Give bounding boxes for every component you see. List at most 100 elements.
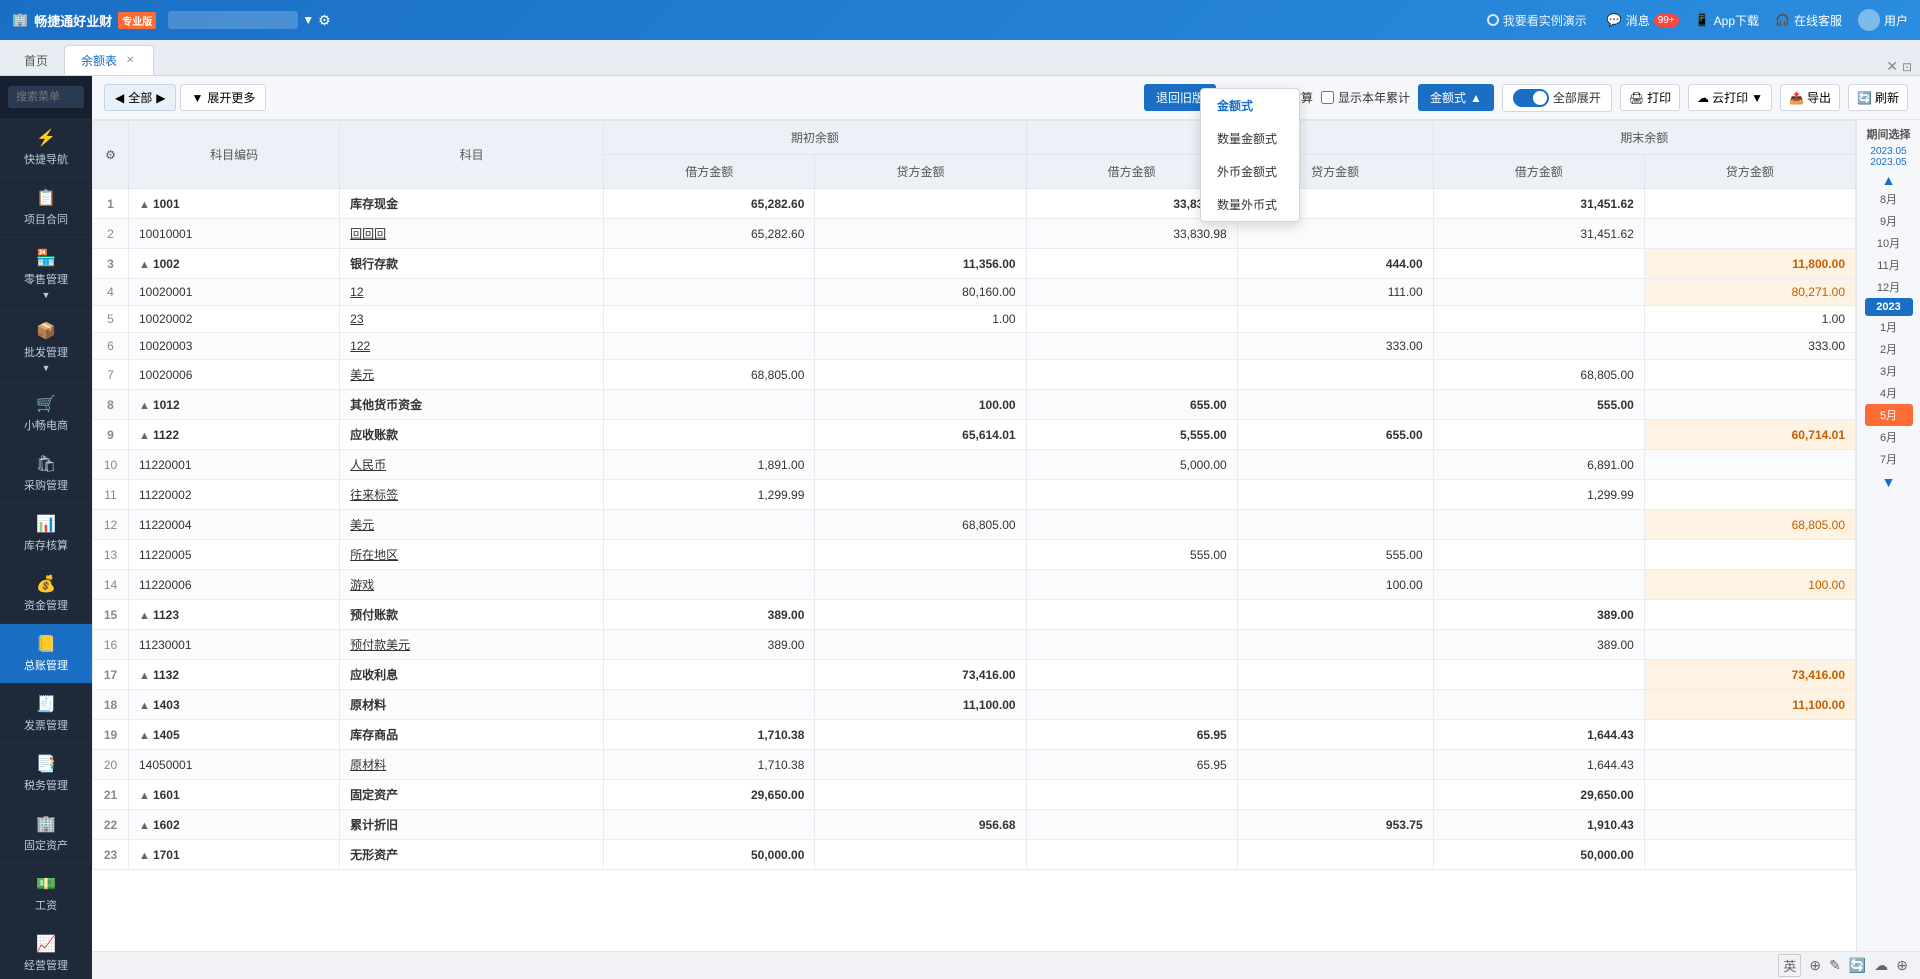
sidebar-item-tax[interactable]: 📑 税务管理: [0, 744, 92, 804]
demo-link[interactable]: 我要看实例演示: [1487, 12, 1587, 29]
sidebar-item-fixed-assets[interactable]: 🏢 固定资产: [0, 804, 92, 864]
table-cell-name[interactable]: 回回回: [340, 219, 604, 249]
sidebar-search-input[interactable]: [8, 86, 84, 108]
btn-print[interactable]: 🖨 打印: [1620, 84, 1680, 111]
period-month-3[interactable]: 3月: [1865, 360, 1913, 382]
tab-home[interactable]: 首页: [8, 45, 64, 75]
add-icon[interactable]: ⊕: [1896, 957, 1908, 974]
table-cell-code: 10020002: [129, 306, 340, 333]
table-cell-name[interactable]: 游戏: [340, 570, 604, 600]
table-cell-closing-debit: 31,451.62: [1433, 219, 1644, 249]
lang-icon[interactable]: 英: [1778, 954, 1801, 977]
dropdown-item-foreign-amount[interactable]: 外币金额式: [1201, 155, 1299, 188]
app-logo: 🏢 畅捷通好业财 专业版: [12, 11, 156, 30]
table-cell-name[interactable]: 美元: [340, 360, 604, 390]
sidebar-item-ecommerce[interactable]: 🛒 小畅电商: [0, 384, 92, 444]
sidebar-item-wholesale[interactable]: 📦 批发管理 ▼: [0, 311, 92, 384]
table-cell-period-debit: [1026, 810, 1237, 840]
sidebar-item-ops[interactable]: 📈 经营管理: [0, 924, 92, 979]
period-month-4[interactable]: 4月: [1865, 382, 1913, 404]
translate-icon[interactable]: ⊕: [1809, 957, 1821, 974]
table-wrapper[interactable]: ⚙ 科目编码 科目 期初余额 本期发生额 期末余额 借方金额 贷方金额 借方金额…: [92, 120, 1856, 951]
table-cell-name[interactable]: 23: [340, 306, 604, 333]
period-month-11[interactable]: 11月: [1865, 254, 1913, 276]
window-dropdown-icon[interactable]: ▼: [302, 13, 314, 27]
settings-icon[interactable]: ⚙: [318, 12, 331, 29]
tab-balance-close[interactable]: ✕: [123, 54, 137, 67]
period-month-12[interactable]: 12月: [1865, 276, 1913, 298]
sidebar-item-retail[interactable]: 🏪 零售管理 ▼: [0, 238, 92, 311]
toggle-all-expand[interactable]: 全部展开: [1502, 84, 1612, 112]
table-cell-name[interactable]: 原材料: [340, 750, 604, 780]
btn-amount-type[interactable]: 金额式 ▲: [1418, 84, 1494, 111]
sidebar-item-ledger[interactable]: 📒 总账管理: [0, 624, 92, 684]
period-month-7[interactable]: 7月: [1865, 448, 1913, 470]
table-cell-closing-credit: 68,805.00: [1644, 510, 1855, 540]
period-month-10[interactable]: 10月: [1865, 232, 1913, 254]
salary-label: 工资: [35, 897, 57, 913]
table-cell-opening-credit: 11,100.00: [815, 690, 1026, 720]
btn-export[interactable]: 📤 导出: [1780, 84, 1840, 111]
online-service-action[interactable]: 🎧 在线客服: [1775, 12, 1842, 29]
online-service-label: 在线客服: [1794, 12, 1842, 29]
dropdown-item-amount[interactable]: 金额式: [1201, 89, 1299, 122]
table-cell-code: 11220002: [129, 480, 340, 510]
period-month-5[interactable]: 5月: [1865, 404, 1913, 426]
table-cell-closing-credit: [1644, 219, 1855, 249]
sidebar-item-funds[interactable]: 💰 资金管理: [0, 564, 92, 624]
btn-refresh[interactable]: 🔄 刷新: [1848, 84, 1908, 111]
sidebar-item-invoice[interactable]: 🧾 发票管理: [0, 684, 92, 744]
right-arrow-icon: ▶: [156, 91, 165, 105]
btn-all[interactable]: ◀ 全部 ▶: [104, 84, 176, 111]
period-month-6[interactable]: 6月: [1865, 426, 1913, 448]
period-nav-up[interactable]: ▲: [1882, 172, 1896, 188]
table-cell-name[interactable]: 12: [340, 279, 604, 306]
table-cell-name[interactable]: 人民币: [340, 450, 604, 480]
sidebar-item-quick-nav[interactable]: ⚡ 快捷导航: [0, 118, 92, 178]
table-cell-period-credit: [1237, 750, 1433, 780]
user-action[interactable]: 用户: [1858, 9, 1908, 31]
table-cell-period-credit: 100.00: [1237, 570, 1433, 600]
toggle-switch[interactable]: [1513, 89, 1549, 107]
table-cell-opening-debit: [604, 510, 815, 540]
sidebar-item-project[interactable]: 📋 项目合同: [0, 178, 92, 238]
window-search-input[interactable]: [168, 11, 298, 29]
amount-type-dropdown: 金额式 数量金额式 外币金额式 数量外币式: [1200, 88, 1300, 222]
bottom-bar-icons: 英 ⊕ ✎ 🔄 ☁ ⊕: [1778, 954, 1908, 977]
period-month-1[interactable]: 1月: [1865, 316, 1913, 338]
dropdown-item-qty-amount[interactable]: 数量金额式: [1201, 122, 1299, 155]
table-cell-opening-credit: [815, 600, 1026, 630]
table-cell-name[interactable]: 往来标签: [340, 480, 604, 510]
period-month-8[interactable]: 8月: [1865, 188, 1913, 210]
th-closing-debit: 借方金额: [1433, 155, 1644, 189]
app-badge: 专业版: [118, 12, 156, 29]
btn-expand[interactable]: ▼ 展开更多: [180, 84, 266, 111]
period-month-2[interactable]: 2月: [1865, 338, 1913, 360]
sidebar-item-purchase[interactable]: 🛍 采购管理: [0, 444, 92, 504]
sidebar-item-inventory[interactable]: 📊 库存核算: [0, 504, 92, 564]
table-cell-name[interactable]: 预付款美元: [340, 630, 604, 660]
btn-cloud-print[interactable]: ☁ 云打印 ▼: [1688, 84, 1772, 111]
table-cell-period-credit: [1237, 306, 1433, 333]
table-cell-period-debit: [1026, 249, 1237, 279]
annual-check-input[interactable]: [1321, 91, 1334, 104]
table-cell-name[interactable]: 所在地区: [340, 540, 604, 570]
period-month-9[interactable]: 9月: [1865, 210, 1913, 232]
table-cell-code: 11220001: [129, 450, 340, 480]
purchase-icon: 🛍: [36, 454, 56, 474]
dropdown-item-qty-foreign[interactable]: 数量外币式: [1201, 188, 1299, 221]
period-nav-down[interactable]: ▼: [1882, 474, 1896, 490]
app-download-action[interactable]: 📱 App下载: [1695, 12, 1759, 29]
sidebar-item-salary[interactable]: 💵 工资: [0, 864, 92, 924]
edit-icon[interactable]: ✎: [1829, 957, 1841, 974]
table-cell-name[interactable]: 122: [340, 333, 604, 360]
message-action[interactable]: 💬 消息 99+: [1607, 12, 1679, 29]
cloud-sync-icon[interactable]: ☁: [1874, 957, 1888, 974]
table-cell-name[interactable]: 美元: [340, 510, 604, 540]
window-close-btn[interactable]: ✕: [1886, 58, 1898, 75]
window-maximize-btn[interactable]: ⊡: [1902, 60, 1912, 74]
sync-icon[interactable]: 🔄: [1849, 957, 1866, 974]
inventory-label: 库存核算: [24, 537, 68, 553]
tab-balance[interactable]: 余额表 ✕: [64, 45, 154, 75]
th-settings[interactable]: ⚙: [93, 121, 129, 189]
